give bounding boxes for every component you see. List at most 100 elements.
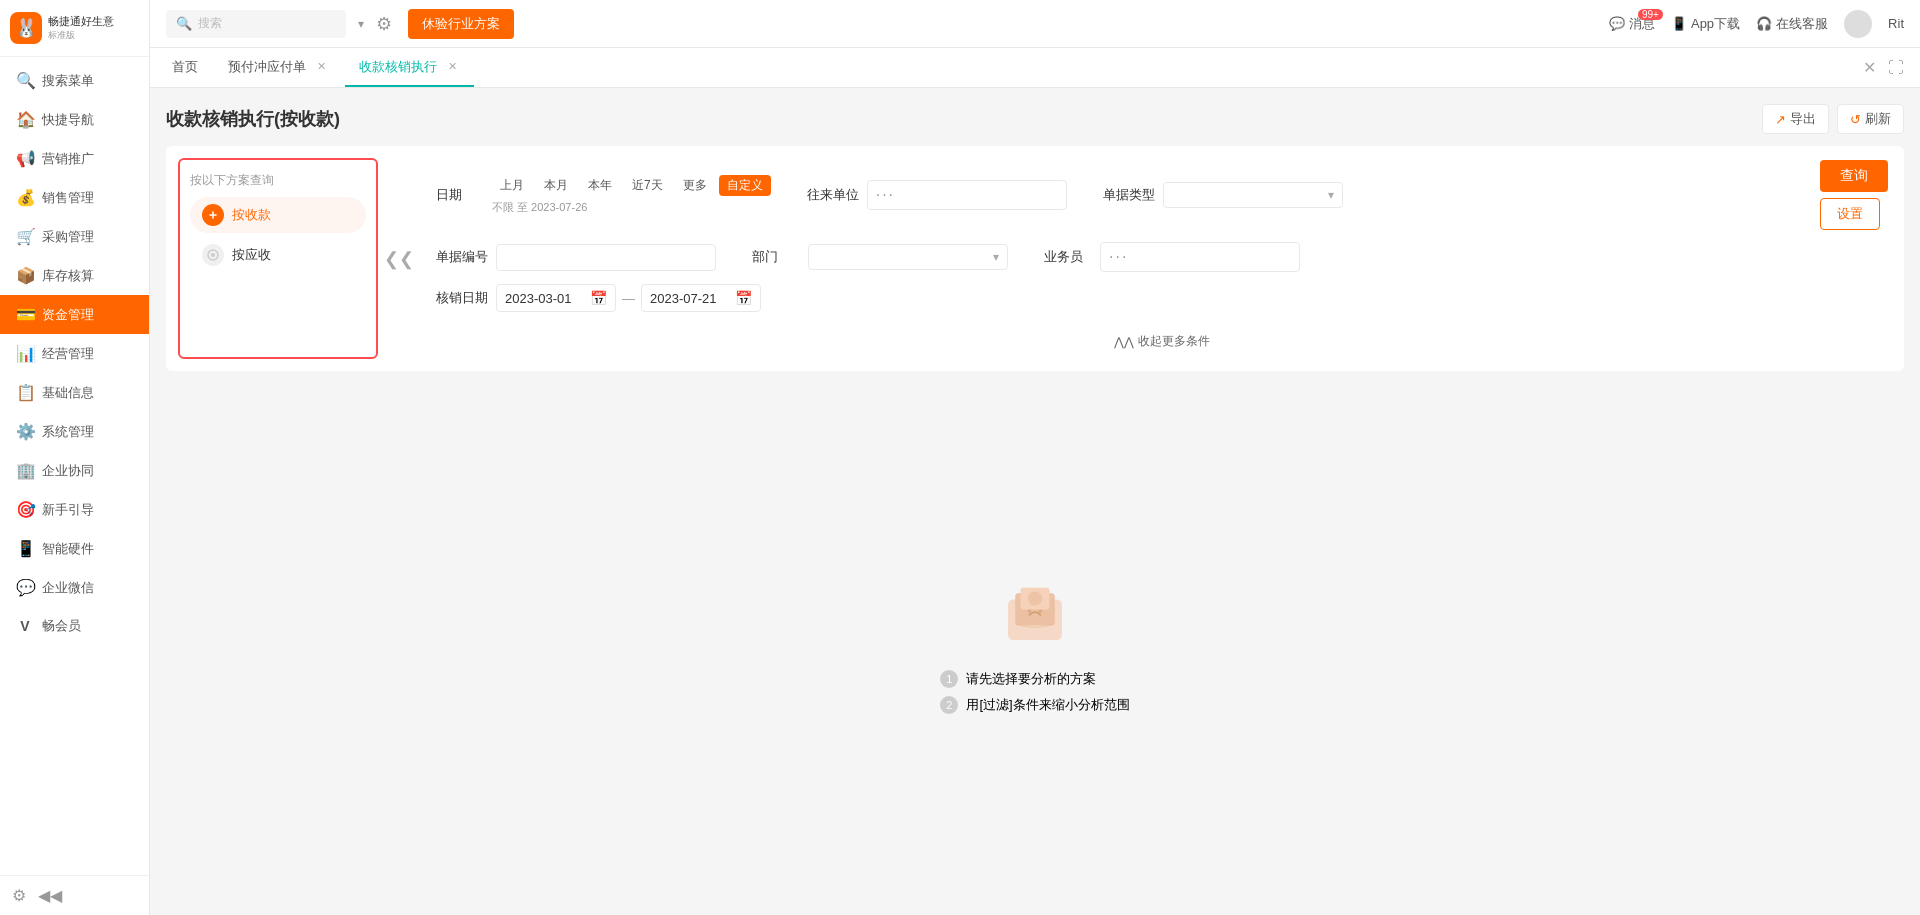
sidebar-label-purchase: 采购管理 [42, 228, 94, 246]
tabbar: 首页 预付冲应付单 ✕ 收款核销执行 ✕ ✕ ⛶ [150, 48, 1920, 88]
sidebar-item-basic-info[interactable]: 📋 基础信息 [0, 373, 149, 412]
quick-nav-icon: 🏠 [16, 110, 34, 129]
tab-home-label: 首页 [172, 58, 198, 76]
doc-no-input[interactable] [496, 244, 716, 271]
refresh-icon: ↺ [1850, 112, 1861, 127]
sidebar-nav: 🔍 搜索菜单 🏠 快捷导航 📢 营销推广 💰 销售管理 🛒 采购管理 📦 库存核… [0, 57, 149, 875]
dept-label: 部门 [752, 248, 800, 266]
sidebar-item-enterprise[interactable]: 🏢 企业协同 [0, 451, 149, 490]
collapse-sidebar-icon[interactable]: ◀◀ [38, 886, 62, 905]
writeoff-date-end-input[interactable]: 2023-07-21 📅 [641, 284, 761, 312]
mobile-icon: 📱 [1671, 16, 1687, 31]
writeoff-end-value: 2023-07-21 [650, 291, 717, 306]
filter-option-receipt[interactable]: 按收款 [190, 197, 366, 233]
doc-type-arrow-icon: ▾ [1328, 188, 1334, 202]
query-button[interactable]: 查询 [1820, 160, 1888, 192]
sidebar-item-marketing[interactable]: 📢 营销推广 [0, 139, 149, 178]
refresh-button[interactable]: ↺ 刷新 [1837, 104, 1904, 134]
app-download-button[interactable]: 📱 App下载 [1671, 15, 1740, 33]
close-tab-icon[interactable]: ✕ [1859, 54, 1880, 81]
tab-home[interactable]: 首页 [158, 48, 212, 87]
sidebar-item-member[interactable]: V 畅会员 [0, 607, 149, 645]
topbar-search-box[interactable]: 🔍 搜索 [166, 10, 346, 38]
smart-hw-icon: 📱 [16, 539, 34, 558]
online-service-button[interactable]: 🎧 在线客服 [1756, 15, 1828, 33]
tabbar-actions: ✕ ⛶ [1859, 48, 1912, 87]
sidebar-item-system[interactable]: ⚙️ 系统管理 [0, 412, 149, 451]
staff-select[interactable]: ··· [1100, 242, 1300, 272]
date-field: 日期 上月 本月 本年 近7天 更多 自定义 不限 至 2023-07-26 [436, 175, 771, 215]
filter-row-2: 单据编号 部门 ▾ 业务员 ··· [436, 242, 1888, 272]
collapse-more-button[interactable]: ⋀⋀ 收起更多条件 [1104, 330, 1220, 353]
sidebar-label-enterprise: 企业协同 [42, 462, 94, 480]
fullscreen-icon[interactable]: ⛶ [1884, 55, 1908, 81]
settings-icon[interactable]: ⚙ [12, 886, 26, 905]
filter-collapse-button[interactable]: ❮❮ [378, 146, 420, 371]
sidebar: 🐰 畅捷通好生意 标准版 🔍 搜索菜单 🏠 快捷导航 📢 营销推广 💰 销售管理… [0, 0, 150, 915]
topbar-gear-icon[interactable]: ⚙ [376, 13, 392, 35]
filter-panel: 按以下方案查询 按收款 [166, 146, 1904, 371]
message-icon: 💬 [1609, 16, 1625, 31]
filter-form: 日期 上月 本月 本年 近7天 更多 自定义 不限 至 2023-07-26 [420, 146, 1904, 371]
writeoff-date-label: 核销日期 [436, 289, 488, 307]
tab-prepay-close-icon[interactable]: ✕ [314, 59, 329, 74]
industry-solution-button[interactable]: 休验行业方案 [408, 9, 514, 39]
operations-icon: 📊 [16, 344, 34, 363]
sidebar-footer: ⚙ ◀◀ [0, 875, 149, 915]
export-button[interactable]: ↗ 导出 [1762, 104, 1829, 134]
date-shortcuts: 上月 本月 本年 近7天 更多 自定义 [492, 175, 771, 196]
filter-option-receivable-label: 按应收 [232, 246, 271, 264]
sidebar-item-inventory[interactable]: 📦 库存核算 [0, 256, 149, 295]
shortcut-7days[interactable]: 近7天 [624, 175, 671, 196]
counterparty-field: 往来单位 ··· [807, 180, 1067, 210]
sidebar-item-quick-nav[interactable]: 🏠 快捷导航 [0, 100, 149, 139]
tab-prepay[interactable]: 预付冲应付单 ✕ [214, 48, 343, 87]
message-button[interactable]: 💬 消息 99+ [1609, 15, 1655, 33]
dept-select[interactable]: ▾ [808, 244, 1008, 270]
filter-row-1: 日期 上月 本月 本年 近7天 更多 自定义 不限 至 2023-07-26 [436, 160, 1888, 230]
dept-arrow-icon: ▾ [993, 250, 999, 264]
shortcut-more[interactable]: 更多 [675, 175, 715, 196]
writeoff-date-start-input[interactable]: 2023-03-01 📅 [496, 284, 616, 312]
app-edition: 标准版 [48, 29, 114, 42]
doc-type-select[interactable]: ▾ [1163, 182, 1343, 208]
filter-row-3: 核销日期 2023-03-01 📅 — 2023-07-21 📅 [436, 284, 1888, 312]
sidebar-item-operations[interactable]: 📊 经营管理 [0, 334, 149, 373]
shortcut-this-year[interactable]: 本年 [580, 175, 620, 196]
tab-writeoff-label: 收款核销执行 [359, 58, 437, 76]
user-name: Rit [1888, 16, 1904, 31]
sidebar-item-wechat[interactable]: 💬 企业微信 [0, 568, 149, 607]
sidebar-item-sales[interactable]: 💰 销售管理 [0, 178, 149, 217]
sidebar-item-guide[interactable]: 🎯 新手引导 [0, 490, 149, 529]
sidebar-item-search-menu[interactable]: 🔍 搜索菜单 [0, 61, 149, 100]
staff-dots: ··· [1109, 248, 1128, 266]
sidebar-label-system: 系统管理 [42, 423, 94, 441]
sidebar-item-capital[interactable]: 💳 资金管理 [0, 295, 149, 334]
topbar-right-area: 💬 消息 99+ 📱 App下载 🎧 在线客服 Rit [1609, 10, 1904, 38]
counterparty-select[interactable]: ··· [867, 180, 1067, 210]
shortcut-this-month[interactable]: 本月 [536, 175, 576, 196]
service-icon: 🎧 [1756, 16, 1772, 31]
setting-button[interactable]: 设置 [1820, 198, 1880, 230]
page-content: 收款核销执行(按收款) ↗ 导出 ↺ 刷新 按以下方案查询 [150, 88, 1920, 915]
topbar-chevron-icon[interactable]: ▾ [358, 17, 364, 31]
shortcut-last-month[interactable]: 上月 [492, 175, 532, 196]
svg-point-6 [1028, 591, 1042, 605]
sidebar-item-purchase[interactable]: 🛒 采购管理 [0, 217, 149, 256]
filter-option-receipt-label: 按收款 [232, 206, 271, 224]
user-avatar [1844, 10, 1872, 38]
tab-writeoff[interactable]: 收款核销执行 ✕ [345, 48, 474, 87]
tab-writeoff-close-icon[interactable]: ✕ [445, 59, 460, 74]
logo-icon: 🐰 [10, 12, 42, 44]
sidebar-label-marketing: 营销推广 [42, 150, 94, 168]
logo-area: 🐰 畅捷通好生意 标准版 [0, 0, 149, 57]
topbar-search-text: 搜索 [198, 15, 222, 32]
svg-point-7 [1028, 609, 1032, 613]
page-header: 收款核销执行(按收款) ↗ 导出 ↺ 刷新 [166, 104, 1904, 134]
sidebar-item-smart-hw[interactable]: 📱 智能硬件 [0, 529, 149, 568]
empty-state: 1 请先选择要分析的方案 2 用[过滤]条件来缩小分析范围 [166, 383, 1904, 899]
purchase-icon: 🛒 [16, 227, 34, 246]
filter-options-panel: 按以下方案查询 按收款 [178, 158, 378, 359]
app-download-label: App下载 [1691, 15, 1740, 33]
filter-option-receivable[interactable]: 按应收 [190, 237, 366, 273]
